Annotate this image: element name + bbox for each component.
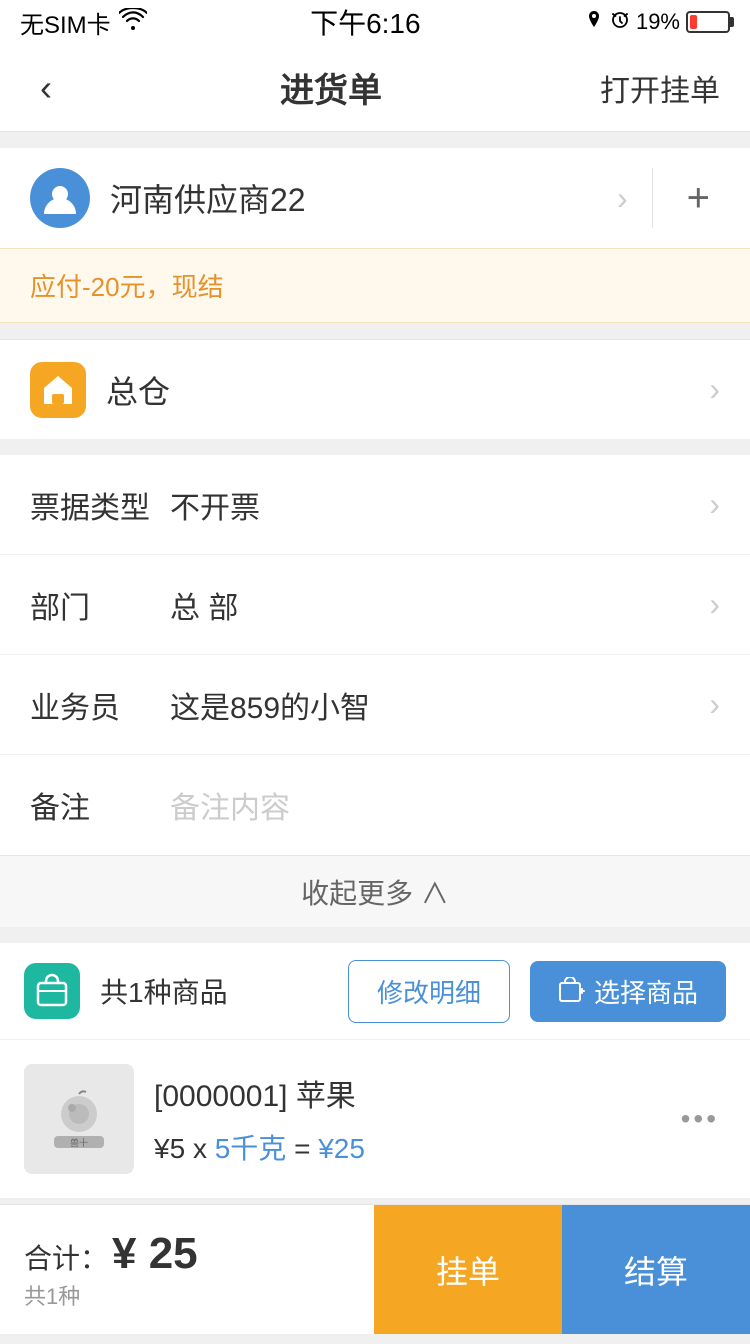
back-button[interactable]: ‹: [30, 57, 62, 119]
notice-bar: 应付-20元，现结: [0, 248, 750, 323]
status-left: 无SIM卡: [20, 5, 147, 40]
add-supplier-button[interactable]: +: [677, 166, 720, 231]
carrier-label: 无SIM卡: [20, 5, 111, 40]
invoice-label: 票据类型: [30, 483, 170, 527]
hang-button[interactable]: 挂单: [374, 1205, 562, 1334]
products-icon: [24, 963, 80, 1019]
dept-chevron-icon: ›: [709, 586, 720, 623]
open-hang-button[interactable]: 打开挂单: [600, 66, 720, 110]
salesperson-value: 这是859的小智: [170, 683, 709, 727]
dept-row[interactable]: 部门 总 部 ›: [0, 555, 750, 655]
status-bar: 无SIM卡 下午6:16 19%: [0, 0, 750, 44]
warehouse-chevron-icon: ›: [709, 371, 720, 408]
edit-detail-button[interactable]: 修改明细: [348, 960, 510, 1023]
checkout-button[interactable]: 结算: [562, 1205, 750, 1334]
supplier-chevron-icon: ›: [617, 180, 628, 217]
supplier-card: 河南供应商22 › + 应付-20元，现结: [0, 148, 750, 323]
battery-percent: 19%: [636, 9, 680, 35]
product-thumbnail: 兽十: [24, 1064, 134, 1174]
select-product-label: 选择商品: [594, 973, 698, 1010]
status-right: 19%: [584, 9, 730, 35]
wifi-icon: [119, 8, 147, 37]
product-code: [0000001]: [154, 1080, 287, 1113]
bottom-actions: 挂单 结算: [374, 1205, 750, 1334]
notice-text: 应付-20元，现结: [30, 272, 224, 302]
remark-label: 备注: [30, 783, 170, 827]
supplier-name: 河南供应商22: [110, 175, 306, 221]
total-amount: ¥ 25: [112, 1229, 198, 1279]
nav-bar: ‹ 进货单 打开挂单: [0, 44, 750, 132]
total-count: 共1种: [24, 1279, 350, 1311]
supplier-left: 河南供应商22: [30, 168, 617, 228]
total-price: ¥25: [318, 1133, 365, 1164]
product-title: 苹果: [296, 1080, 356, 1113]
remark-placeholder: 备注内容: [170, 783, 720, 827]
content: 河南供应商22 › + 应付-20元，现结 总仓 › 票据类型 不开票: [0, 148, 750, 1344]
page-title: 进货单: [280, 63, 382, 112]
salesperson-row[interactable]: 业务员 这是859的小智 ›: [0, 655, 750, 755]
battery-icon: [686, 11, 730, 33]
more-button[interactable]: •••: [671, 1093, 726, 1145]
dept-value: 总 部: [170, 583, 709, 627]
salesperson-chevron-icon: ›: [709, 686, 720, 723]
invoice-value: 不开票: [170, 483, 709, 527]
alarm-icon: [610, 9, 630, 35]
svg-text:兽十: 兽十: [70, 1137, 88, 1148]
collapse-label: 收起更多 ∧: [301, 872, 449, 912]
supplier-row[interactable]: 河南供应商22 › +: [0, 148, 750, 248]
location-icon: [584, 9, 604, 35]
form-card: 票据类型 不开票 › 部门 总 部 › 业务员 这是859的小智 › 备注 备注…: [0, 455, 750, 927]
product-item: 兽十 [0000001] 苹果 ¥5 x 5千克 = ¥25 •••: [0, 1039, 750, 1198]
products-header: 共1种商品 修改明细 选择商品: [0, 943, 750, 1039]
salesperson-label: 业务员: [30, 683, 170, 727]
dept-label: 部门: [30, 583, 170, 627]
products-count: 共1种商品: [100, 971, 328, 1011]
supplier-avatar: [30, 168, 90, 228]
divider: [652, 168, 653, 228]
select-product-button[interactable]: 选择商品: [530, 961, 726, 1022]
warehouse-icon: [30, 362, 86, 418]
product-price: ¥5 x 5千克 = ¥25: [154, 1127, 651, 1167]
warehouse-row[interactable]: 总仓 ›: [0, 339, 750, 439]
invoice-chevron-icon: ›: [709, 486, 720, 523]
product-info: [0000001] 苹果 ¥5 x 5千克 = ¥25: [154, 1071, 651, 1167]
bottom-bar: 合计： ¥ 25 共1种 挂单 结算: [0, 1204, 750, 1334]
total-section: 合计： ¥ 25 共1种: [0, 1205, 374, 1334]
warehouse-card: 总仓 ›: [0, 339, 750, 439]
status-time: 下午6:16: [310, 2, 421, 42]
invoice-row[interactable]: 票据类型 不开票 ›: [0, 455, 750, 555]
products-card: 共1种商品 修改明细 选择商品 兽十: [0, 943, 750, 1198]
unit-price: ¥5: [154, 1133, 185, 1164]
remark-row[interactable]: 备注 备注内容: [0, 755, 750, 855]
total-label: 合计：: [24, 1237, 108, 1277]
warehouse-name: 总仓: [106, 367, 709, 413]
collapse-button[interactable]: 收起更多 ∧: [0, 855, 750, 927]
product-name: [0000001] 苹果: [154, 1071, 651, 1115]
quantity: 5千克: [215, 1133, 287, 1164]
